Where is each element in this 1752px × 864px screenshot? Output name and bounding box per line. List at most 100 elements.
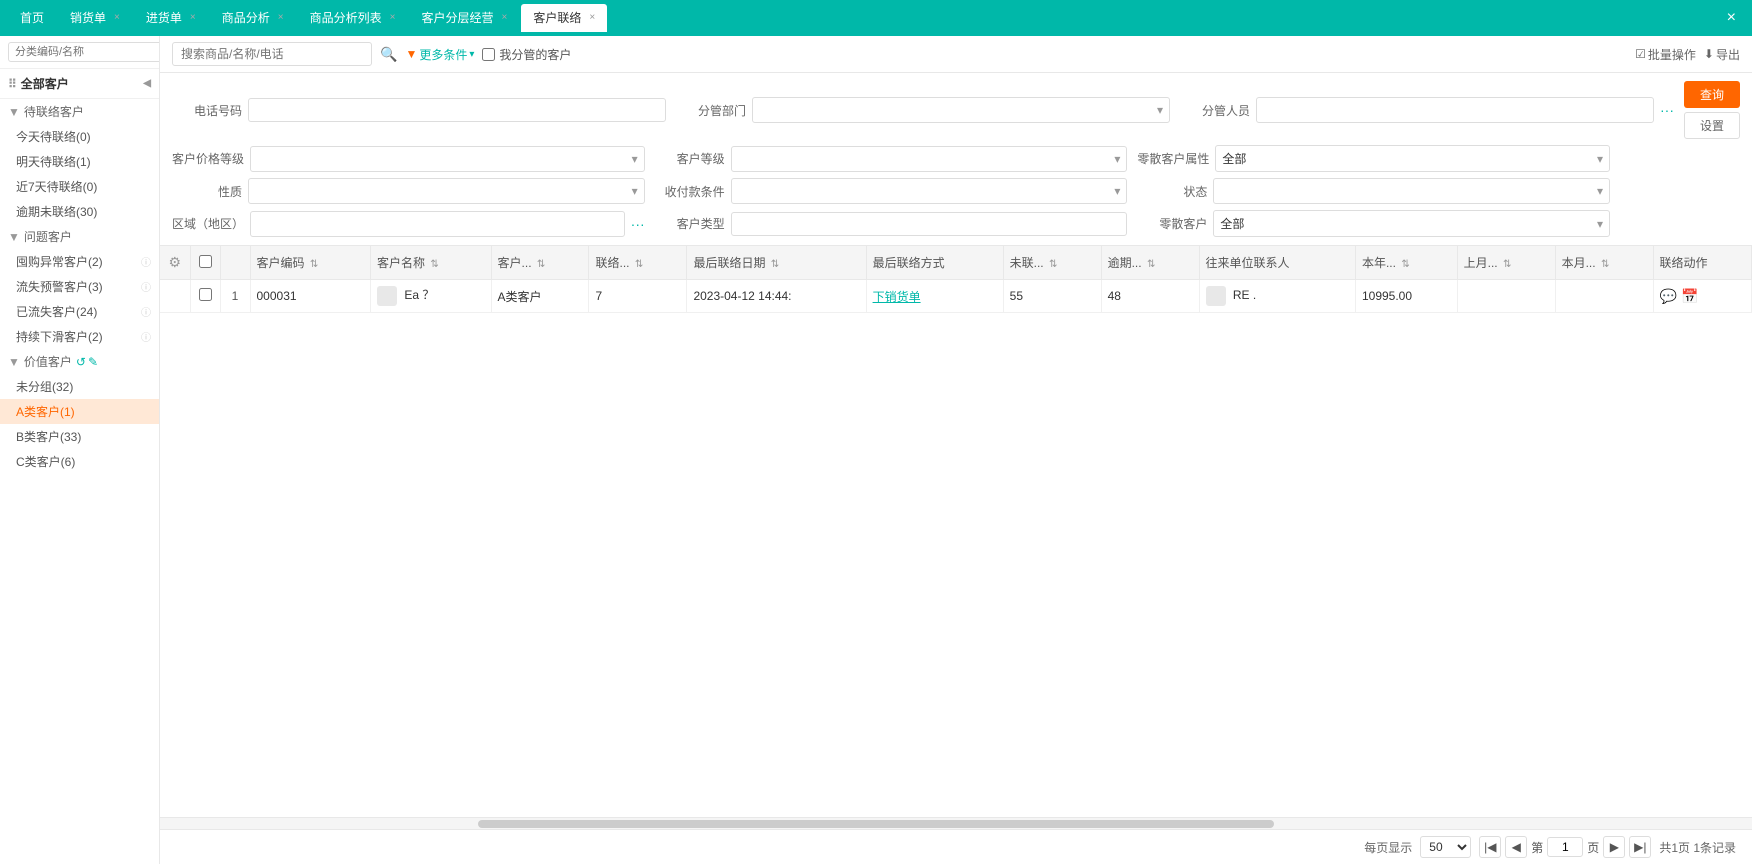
th-name: 客户名称 ⇅: [371, 246, 492, 280]
last-page-btn[interactable]: ▶|: [1629, 836, 1651, 858]
sort-overdue-icon[interactable]: ⇅: [1147, 259, 1155, 270]
nav-customer-tier[interactable]: 客户分层经营 ×: [409, 4, 519, 32]
close-purchase-tab[interactable]: ×: [190, 4, 196, 32]
customer-type-input[interactable]: [731, 212, 1128, 236]
manager-dots-btn[interactable]: ···: [1660, 102, 1674, 118]
region-select[interactable]: [250, 211, 625, 237]
nav-product-analysis[interactable]: 商品分析 ×: [210, 4, 296, 32]
sidebar-item-overdue[interactable]: 逾期未联络(30): [0, 199, 159, 224]
dept-select[interactable]: ▾: [752, 97, 1170, 123]
nav-product-analysis-list[interactable]: 商品分析列表 ×: [298, 4, 408, 32]
td-last-contact-method: 下销货单: [866, 280, 1003, 313]
sidebar-item-churn-warning[interactable]: 流失预警客户(3) ⓘ: [0, 274, 159, 299]
sidebar-item-class-b[interactable]: B类客户(33): [0, 424, 159, 449]
sort-no-contact-icon[interactable]: ⇅: [1049, 259, 1057, 270]
page-number-input[interactable]: [1547, 837, 1583, 857]
pagination: 每页显示 50 100 200 |◀ ◀ 第 页 ▶ ▶| 共1页 1条记录: [160, 829, 1752, 864]
close-product-analysis-tab[interactable]: ×: [278, 4, 284, 32]
section-problem-customers[interactable]: ▼ 问题客户: [0, 224, 159, 249]
batch-operation-btn[interactable]: ☑ 批量操作: [1635, 46, 1696, 63]
my-customer-checkbox[interactable]: [482, 48, 495, 61]
th-code: 客户编码 ⇅: [250, 246, 371, 280]
section-value-customers[interactable]: ▼ 价值客户 ↺ ✎: [0, 349, 159, 374]
manager-select[interactable]: [1256, 97, 1654, 123]
query-button[interactable]: 查询: [1684, 81, 1740, 108]
filter-form: 电话号码 分管部门 ▾ 分管人员 ···: [160, 73, 1752, 246]
sidebar-item-class-a[interactable]: A类客户(1): [0, 399, 159, 424]
name-avatar: [377, 286, 397, 306]
next-page-btn[interactable]: ▶: [1603, 836, 1625, 858]
sidebar-item-tomorrow[interactable]: 明天待联络(1): [0, 149, 159, 174]
page-size-select[interactable]: 50 100 200: [1420, 836, 1471, 858]
sidebar-item-unclassified[interactable]: 未分组(32): [0, 374, 159, 399]
nav-home[interactable]: 首页: [8, 4, 56, 32]
sort-last-month-icon[interactable]: ⇅: [1503, 259, 1511, 270]
table-row: 1 000031 Ea ？ A类客户 7 2023-04-12 14:44: 下…: [160, 280, 1752, 313]
filter-search-input[interactable]: [172, 42, 372, 66]
sort-year-icon[interactable]: ⇅: [1401, 259, 1409, 270]
prev-page-btn[interactable]: ◀: [1505, 836, 1527, 858]
settings-button[interactable]: 设置: [1684, 112, 1740, 139]
message-action-icon[interactable]: 💬: [1660, 288, 1677, 305]
page-label: 第: [1531, 839, 1543, 856]
retail-attr-select[interactable]: 全部 ▾: [1215, 145, 1610, 172]
filter-cell-manager: 分管人员 ···: [1180, 97, 1684, 123]
sort-contact-icon[interactable]: ⇅: [635, 259, 643, 270]
nature-label: 性质: [172, 183, 242, 200]
row-checkbox[interactable]: [199, 288, 212, 301]
status-label: 状态: [1137, 183, 1207, 200]
filter-row-1: 电话号码 分管部门 ▾ 分管人员 ···: [172, 81, 1740, 139]
filter-search-button[interactable]: 🔍: [380, 46, 397, 63]
close-product-analysis-list-tab[interactable]: ×: [390, 4, 396, 32]
refresh-icon[interactable]: ↺: [76, 355, 86, 369]
sort-name-icon[interactable]: ⇅: [430, 259, 438, 270]
section-pending-contact[interactable]: ▼ 待联络客户: [0, 99, 159, 124]
sidebar-item-hoarding[interactable]: 囤购异常客户(2) ⓘ: [0, 249, 159, 274]
retail-customer-select[interactable]: 全部 ▾: [1213, 210, 1610, 237]
sidebar-item-churned[interactable]: 已流失客户(24) ⓘ: [0, 299, 159, 324]
more-conditions-btn[interactable]: ▼ 更多条件 ▾: [405, 46, 474, 63]
select-all-checkbox[interactable]: [199, 255, 212, 268]
retail-attr-chevron-icon: ▾: [1597, 152, 1603, 166]
nav-purchase[interactable]: 进货单 ×: [134, 4, 208, 32]
close-customer-contact-tab[interactable]: ×: [589, 4, 595, 32]
close-customer-tier-tab[interactable]: ×: [501, 4, 507, 32]
close-all-tabs[interactable]: ×: [1719, 9, 1744, 27]
region-dots-btn[interactable]: ···: [631, 216, 645, 232]
section-arrow-2: ▼: [8, 230, 20, 244]
scroll-thumb[interactable]: [478, 820, 1274, 828]
phone-input[interactable]: [248, 98, 666, 122]
close-sales-tab[interactable]: ×: [114, 4, 120, 32]
sort-code-icon[interactable]: ⇅: [310, 259, 318, 270]
sort-date-icon[interactable]: ⇅: [771, 259, 779, 270]
sidebar-all-customers[interactable]: ⠿ 全部客户 ◀: [0, 69, 159, 99]
action-icons: 💬 📅: [1660, 288, 1745, 305]
collapse-icon[interactable]: ◀: [143, 78, 151, 89]
nav-customer-contact[interactable]: 客户联络 ×: [521, 4, 607, 32]
edit-value-groups-icon[interactable]: ✎: [88, 355, 98, 369]
sidebar-item-declining[interactable]: 持续下滑客户(2) ⓘ: [0, 324, 159, 349]
sidebar-search-input[interactable]: [8, 42, 160, 62]
sidebar-item-7days[interactable]: 近7天待联络(0): [0, 174, 159, 199]
status-select[interactable]: ▾: [1213, 178, 1610, 204]
export-btn[interactable]: ⬇ 导出: [1704, 46, 1740, 63]
sort-this-month-icon[interactable]: ⇅: [1601, 259, 1609, 270]
calendar-action-icon[interactable]: 📅: [1681, 288, 1698, 305]
price-level-select[interactable]: ▾: [250, 146, 645, 172]
payment-select[interactable]: ▾: [731, 178, 1128, 204]
page-nav: |◀ ◀ 第 页 ▶ ▶|: [1479, 836, 1651, 858]
form-buttons: 查询 设置: [1684, 81, 1740, 139]
sidebar-item-today[interactable]: 今天待联络(0): [0, 124, 159, 149]
sidebar-item-class-c[interactable]: C类客户(6): [0, 449, 159, 474]
horizontal-scrollbar[interactable]: [160, 817, 1752, 829]
nav-sales[interactable]: 销货单 ×: [58, 4, 132, 32]
last-contact-method-link[interactable]: 下销货单: [873, 290, 921, 304]
nature-select[interactable]: ▾: [248, 178, 645, 204]
first-page-btn[interactable]: |◀: [1479, 836, 1501, 858]
customer-level-select[interactable]: ▾: [731, 146, 1128, 172]
dept-label: 分管部门: [676, 102, 746, 119]
sort-type-icon[interactable]: ⇅: [537, 259, 545, 270]
td-no-contact: 55: [1003, 280, 1101, 313]
my-customer-checkbox-area[interactable]: 我分管的客户: [482, 46, 571, 63]
gear-icon[interactable]: ⚙: [168, 254, 181, 270]
